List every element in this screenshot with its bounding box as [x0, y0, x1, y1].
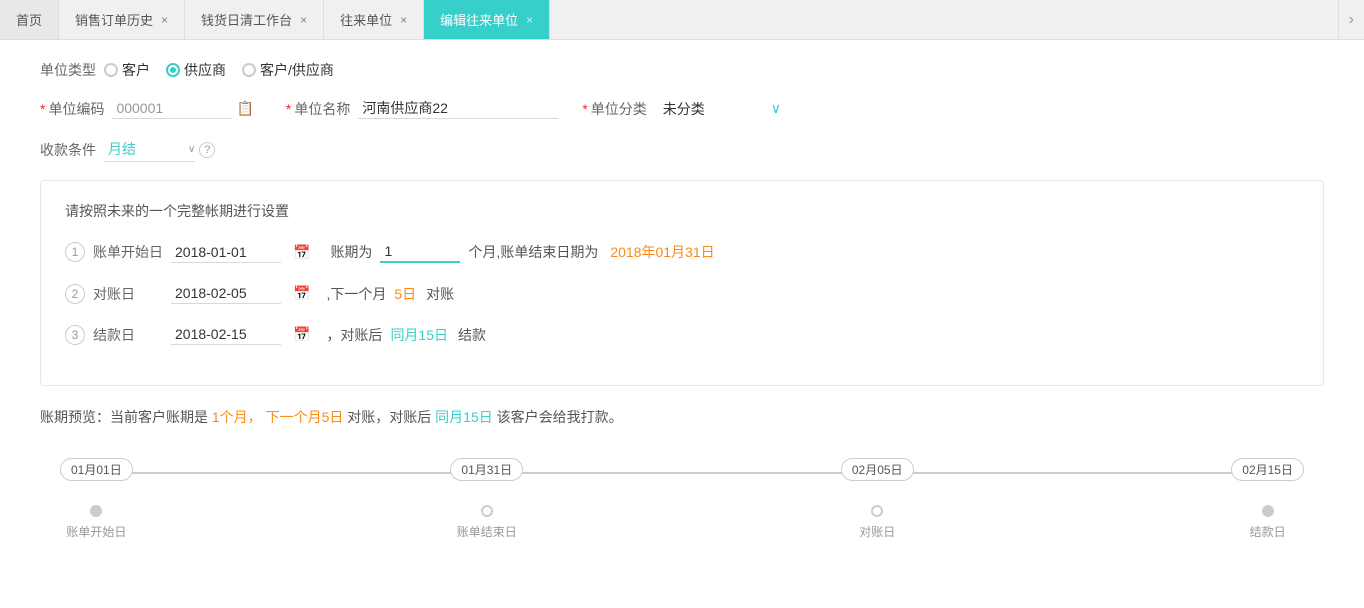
unit-code-icon[interactable]: 📋: [236, 100, 253, 117]
timeline-badge-4: 02月15日: [1231, 458, 1304, 481]
payment-suffix: 结款: [458, 325, 486, 345]
period-input[interactable]: [380, 241, 460, 263]
unit-name-input[interactable]: [358, 98, 558, 119]
period-prefix: 账期为: [330, 242, 372, 262]
preview-suffix: 该客户会给我打款。: [497, 409, 623, 425]
timeline-point-4: 02月15日 结款日: [1231, 458, 1304, 540]
payment-terms-dropdown[interactable]: 月结 ∨: [104, 137, 195, 162]
unit-classify-group: 单位分类 未分类 ∨: [582, 99, 781, 119]
reconcile-date-input[interactable]: [171, 283, 281, 304]
timeline-badge-3: 02月05日: [841, 458, 914, 481]
timeline-dot-2: [481, 505, 493, 517]
unit-classify-label: 单位分类: [582, 99, 646, 119]
timeline-point-1: 01月01日 账单开始日: [60, 458, 133, 540]
start-date-cal-icon[interactable]: 📅: [293, 244, 310, 261]
tab-partner-label: 往来单位: [340, 10, 392, 29]
tab-scroll-arrow[interactable]: ›: [1338, 0, 1364, 39]
preview-payment: 同月15日: [435, 409, 493, 425]
tab-sales-history-label: 销售订单历史: [75, 10, 153, 29]
timeline-points: 01月01日 账单开始日 01月31日 账单结束日 02月05日 对账日 02月…: [60, 458, 1304, 540]
radio-supplier-circle: [166, 63, 180, 77]
tab-partner[interactable]: 往来单位 ×: [324, 0, 424, 39]
radio-supplier[interactable]: 供应商: [166, 60, 226, 80]
start-date-input[interactable]: [171, 242, 281, 263]
timeline-point-3: 02月05日 对账日: [841, 458, 914, 540]
payment-terms-label: 收款条件: [40, 140, 96, 160]
reconcile-suffix: 对账: [426, 284, 454, 304]
unit-type-row: 单位类型 客户 供应商 客户/供应商: [40, 60, 1324, 80]
tab-edit-partner[interactable]: 编辑往来单位 ×: [424, 0, 550, 39]
tab-home[interactable]: 首页: [0, 0, 59, 39]
tab-sales-history-close[interactable]: ×: [161, 13, 168, 27]
radio-both-circle: [242, 63, 256, 77]
tab-cashflow-close[interactable]: ×: [300, 13, 307, 27]
row-num-2: 2: [65, 284, 85, 304]
timeline-label-3: 对账日: [859, 523, 895, 540]
start-date-label: 账单开始日: [93, 242, 163, 262]
payment-terms-value: 月结: [104, 137, 184, 161]
payment-terms-help-icon[interactable]: ?: [199, 142, 215, 158]
timeline-badge-2: 01月31日: [450, 458, 523, 481]
tab-cashflow[interactable]: 钱货日清工作台 ×: [185, 0, 324, 39]
unit-type-radio-group: 客户 供应商 客户/供应商: [104, 60, 334, 80]
reconcile-date-cal-icon[interactable]: 📅: [293, 285, 310, 302]
payment-date-row: 3 结款日 📅 ，对账后 同月15日 结款: [65, 324, 1299, 345]
end-date-display: 2018年01月31日: [610, 242, 714, 262]
start-date-row: 1 账单开始日 📅 账期为 个月,账单结束日期为 2018年01月31日: [65, 241, 1299, 263]
preview-reconcile: 下一个月5日: [266, 409, 344, 425]
unit-code-label: 单位编码: [40, 99, 104, 119]
timeline: 01月01日 账单开始日 01月31日 账单结束日 02月05日 对账日 02月…: [40, 448, 1324, 550]
preview-middle: 对账，对账后: [347, 409, 431, 425]
timeline-label-1: 账单开始日: [66, 523, 126, 540]
unit-classify-value: 未分类: [663, 99, 763, 119]
timeline-dot-4: [1262, 505, 1274, 517]
timeline-label-2: 账单结束日: [457, 523, 517, 540]
payment-terms-arrow-icon: ∨: [188, 144, 195, 155]
radio-customer-label: 客户: [122, 60, 150, 80]
tab-home-label: 首页: [16, 10, 42, 29]
preview-label: 账期预览：当前客户账期是: [40, 409, 208, 425]
reconcile-prefix: ,下一个月: [326, 284, 386, 304]
tab-bar: 首页 销售订单历史 × 钱货日清工作台 × 往来单位 × 编辑往来单位 × ›: [0, 0, 1364, 40]
preview-period: 1个月，: [212, 409, 262, 425]
unit-detail-row: 单位编码 📋 单位名称 单位分类 未分类 ∨: [40, 98, 1324, 119]
payment-date-label: 结款日: [93, 325, 163, 345]
timeline-badge-1: 01月01日: [60, 458, 133, 481]
period-settings-box: 请按照未来的一个完整帐期进行设置 1 账单开始日 📅 账期为 个月,账单结束日期…: [40, 180, 1324, 386]
unit-code-input[interactable]: [112, 98, 232, 119]
row-num-3: 3: [65, 325, 85, 345]
unit-classify-arrow-icon[interactable]: ∨: [771, 100, 781, 117]
timeline-point-2: 01月31日 账单结束日: [450, 458, 523, 540]
tab-sales-history[interactable]: 销售订单历史 ×: [59, 0, 185, 39]
row-num-1: 1: [65, 242, 85, 262]
payment-same-day: 同月15日: [390, 325, 448, 345]
unit-name-label: 单位名称: [286, 99, 350, 119]
main-content: 单位类型 客户 供应商 客户/供应商 单位编码 📋 单位名称 单位分类 未分类 …: [0, 40, 1364, 608]
period-suffix: 个月,账单结束日期为: [468, 242, 598, 262]
tab-edit-partner-label: 编辑往来单位: [440, 10, 518, 29]
timeline-dot-3: [871, 505, 883, 517]
timeline-dot-1: [90, 505, 102, 517]
tab-edit-partner-close[interactable]: ×: [526, 13, 533, 27]
reconcile-date-label: 对账日: [93, 284, 163, 304]
preview-section: 账期预览：当前客户账期是 1个月， 下一个月5日 对账，对账后 同月15日 该客…: [40, 406, 1324, 428]
radio-supplier-label: 供应商: [184, 60, 226, 80]
payment-date-input[interactable]: [171, 324, 281, 345]
tab-cashflow-label: 钱货日清工作台: [201, 10, 292, 29]
timeline-label-4: 结款日: [1250, 523, 1286, 540]
payment-terms-row: 收款条件 月结 ∨ ?: [40, 137, 1324, 162]
payment-prefix: ，对账后: [326, 325, 382, 345]
radio-customer[interactable]: 客户: [104, 60, 150, 80]
tab-partner-close[interactable]: ×: [400, 13, 407, 27]
reconcile-next-day: 5日: [394, 284, 416, 304]
radio-both-label: 客户/供应商: [260, 60, 334, 80]
payment-date-cal-icon[interactable]: 📅: [293, 326, 310, 343]
reconcile-date-row: 2 对账日 📅 ,下一个月 5日 对账: [65, 283, 1299, 304]
unit-type-label: 单位类型: [40, 60, 96, 80]
radio-customer-circle: [104, 63, 118, 77]
radio-both[interactable]: 客户/供应商: [242, 60, 334, 80]
section-title: 请按照未来的一个完整帐期进行设置: [65, 201, 1299, 221]
